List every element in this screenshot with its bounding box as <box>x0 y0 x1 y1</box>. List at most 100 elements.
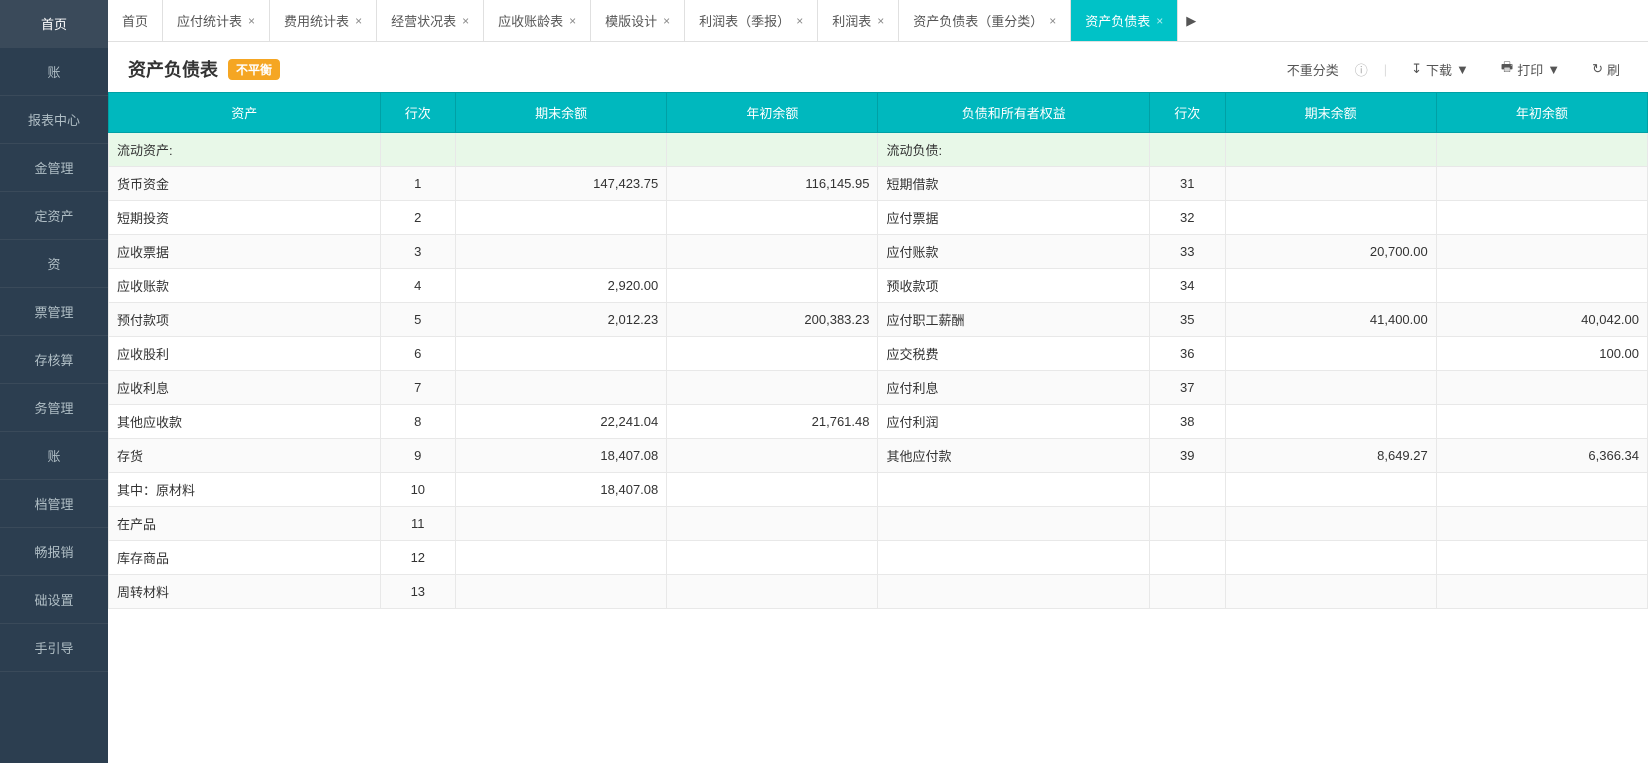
asset-begin-4 <box>667 269 878 303</box>
liab-name-10 <box>878 473 1150 507</box>
asset-begin-11 <box>667 507 878 541</box>
table-row: 应收账款 4 2,920.00 预收款项 34 <box>109 269 1648 303</box>
main-area: 首页 应付统计表 × 费用统计表 × 经营状况表 × 应收账龄表 × 模版设计 … <box>108 0 1648 763</box>
tab-template-design-close[interactable]: × <box>663 15 670 27</box>
tab-balance-sheet[interactable]: 资产负债表 × <box>1071 0 1178 41</box>
tab-home[interactable]: 首页 <box>108 0 163 41</box>
tab-expense-stats[interactable]: 费用统计表 × <box>270 0 377 41</box>
asset-name-1: 货币资金 <box>109 167 381 201</box>
asset-name-12: 库存商品 <box>109 541 381 575</box>
sidebar-item-inventory[interactable]: 存核算 <box>0 336 108 384</box>
sidebar-item-fixed-assets[interactable]: 定资产 <box>0 192 108 240</box>
asset-begin-1: 116,145.95 <box>667 167 878 201</box>
tab-profit-close[interactable]: × <box>877 15 884 27</box>
table-row: 应收利息 7 应付利息 37 <box>109 371 1648 405</box>
asset-rownum-9: 9 <box>380 439 455 473</box>
asset-name-3: 应收票据 <box>109 235 381 269</box>
sidebar-item-guide[interactable]: 手引导 <box>0 624 108 672</box>
table-row: 预付款项 5 2,012.23 200,383.23 应付职工薪酬 35 41,… <box>109 303 1648 337</box>
asset-end-8: 22,241.04 <box>456 405 667 439</box>
sidebar-item-ledger[interactable]: 账 <box>0 432 108 480</box>
liab-begin-9: 6,366.34 <box>1436 439 1647 473</box>
asset-begin-5: 200,383.23 <box>667 303 878 337</box>
download-label: 下载 <box>1426 60 1452 79</box>
sidebar-item-report-center[interactable]: 报表中心 <box>0 96 108 144</box>
liab-name-5: 应付职工薪酬 <box>878 303 1150 337</box>
asset-end-5: 2,012.23 <box>456 303 667 337</box>
liab-begin-4 <box>1436 269 1647 303</box>
page-title-area: 资产负债表 不平衡 <box>128 56 280 82</box>
asset-begin-12 <box>667 541 878 575</box>
tab-payable-stats[interactable]: 应付统计表 × <box>163 0 270 41</box>
download-icon: ↧ <box>1411 61 1422 77</box>
sidebar-item-settings[interactable]: 础设置 <box>0 576 108 624</box>
refresh-icon: ↻ <box>1592 61 1603 77</box>
sidebar-item-expense[interactable]: 畅报销 <box>0 528 108 576</box>
tab-receivable-aging-close[interactable]: × <box>569 15 576 27</box>
tab-template-design[interactable]: 模版设计 × <box>591 0 685 41</box>
liab-rownum-2: 32 <box>1150 201 1225 235</box>
asset-rownum-3: 3 <box>380 235 455 269</box>
liab-end-2 <box>1225 201 1436 235</box>
tab-expense-stats-close[interactable]: × <box>355 15 362 27</box>
asset-rownum-1: 1 <box>380 167 455 201</box>
tab-receivable-aging[interactable]: 应收账龄表 × <box>484 0 591 41</box>
asset-name-5: 预付款项 <box>109 303 381 337</box>
tab-template-design-label: 模版设计 <box>605 11 657 30</box>
sidebar-item-investment[interactable]: 资 <box>0 240 108 288</box>
asset-end-7 <box>456 371 667 405</box>
tab-scroll-right[interactable]: ▶ <box>1178 0 1204 41</box>
sidebar-item-account[interactable]: 账 <box>0 48 108 96</box>
sidebar-item-business-mgmt[interactable]: 务管理 <box>0 384 108 432</box>
asset-name-2: 短期投资 <box>109 201 381 235</box>
tab-payable-stats-close[interactable]: × <box>248 15 255 27</box>
liab-end-8 <box>1225 405 1436 439</box>
header-liabilities: 负债和所有者权益 <box>878 93 1150 133</box>
asset-end-6 <box>456 337 667 371</box>
asset-end-9: 18,407.08 <box>456 439 667 473</box>
asset-begin-7 <box>667 371 878 405</box>
asset-begin-6 <box>667 337 878 371</box>
asset-end-2 <box>456 201 667 235</box>
sidebar-item-bill-mgmt[interactable]: 票管理 <box>0 288 108 336</box>
refresh-button[interactable]: ↻ 刷 <box>1584 56 1628 83</box>
asset-end-10: 18,407.08 <box>456 473 667 507</box>
print-button[interactable]: 🖶 打印 ▼ <box>1493 54 1568 84</box>
sidebar: 首页 账 报表中心 金管理 定资产 资 票管理 存核算 务管理 账 档管理 畅报… <box>0 0 108 763</box>
download-button[interactable]: ↧ 下载 ▼ <box>1403 56 1477 83</box>
tab-balance-reclassified-label: 资产负债表（重分类） <box>913 11 1043 30</box>
no-classify-text: 不重分类 <box>1287 60 1339 79</box>
liab-end-9: 8,649.27 <box>1225 439 1436 473</box>
asset-begin-8: 21,761.48 <box>667 405 878 439</box>
tab-receivable-aging-label: 应收账龄表 <box>498 11 563 30</box>
liab-end-7 <box>1225 371 1436 405</box>
liab-begin-12 <box>1436 541 1647 575</box>
sidebar-item-home[interactable]: 首页 <box>0 0 108 48</box>
sidebar-item-fund-mgmt[interactable]: 金管理 <box>0 144 108 192</box>
section-assets-begin <box>667 133 878 167</box>
asset-name-6: 应收股利 <box>109 337 381 371</box>
asset-name-11: 在产品 <box>109 507 381 541</box>
tab-operations[interactable]: 经营状况表 × <box>377 0 484 41</box>
tab-balance-reclassified[interactable]: 资产负债表（重分类） × <box>899 0 1071 41</box>
header-assets: 资产 <box>109 93 381 133</box>
print-label: 打印 <box>1517 60 1543 79</box>
liab-name-11 <box>878 507 1150 541</box>
section-liab-begin <box>1436 133 1647 167</box>
header-row-num-left: 行次 <box>380 93 455 133</box>
header-begin-balance-left: 年初余额 <box>667 93 878 133</box>
content-area: 资产负债表 不平衡 不重分类 ⓘ | ↧ 下载 ▼ 🖶 打印 ▼ ↻ <box>108 42 1648 763</box>
table-row: 在产品 11 <box>109 507 1648 541</box>
tab-balance-sheet-close[interactable]: × <box>1156 15 1163 27</box>
tab-profit-quarterly[interactable]: 利润表（季报） × <box>685 0 818 41</box>
tab-profit[interactable]: 利润表 × <box>818 0 899 41</box>
help-icon[interactable]: ⓘ <box>1355 60 1368 79</box>
print-chevron-icon: ▼ <box>1547 62 1560 77</box>
liab-begin-11 <box>1436 507 1647 541</box>
asset-end-3 <box>456 235 667 269</box>
tab-operations-close[interactable]: × <box>462 15 469 27</box>
tab-profit-quarterly-close[interactable]: × <box>796 15 803 27</box>
liab-begin-10 <box>1436 473 1647 507</box>
sidebar-item-archive[interactable]: 档管理 <box>0 480 108 528</box>
tab-balance-reclassified-close[interactable]: × <box>1049 15 1056 27</box>
